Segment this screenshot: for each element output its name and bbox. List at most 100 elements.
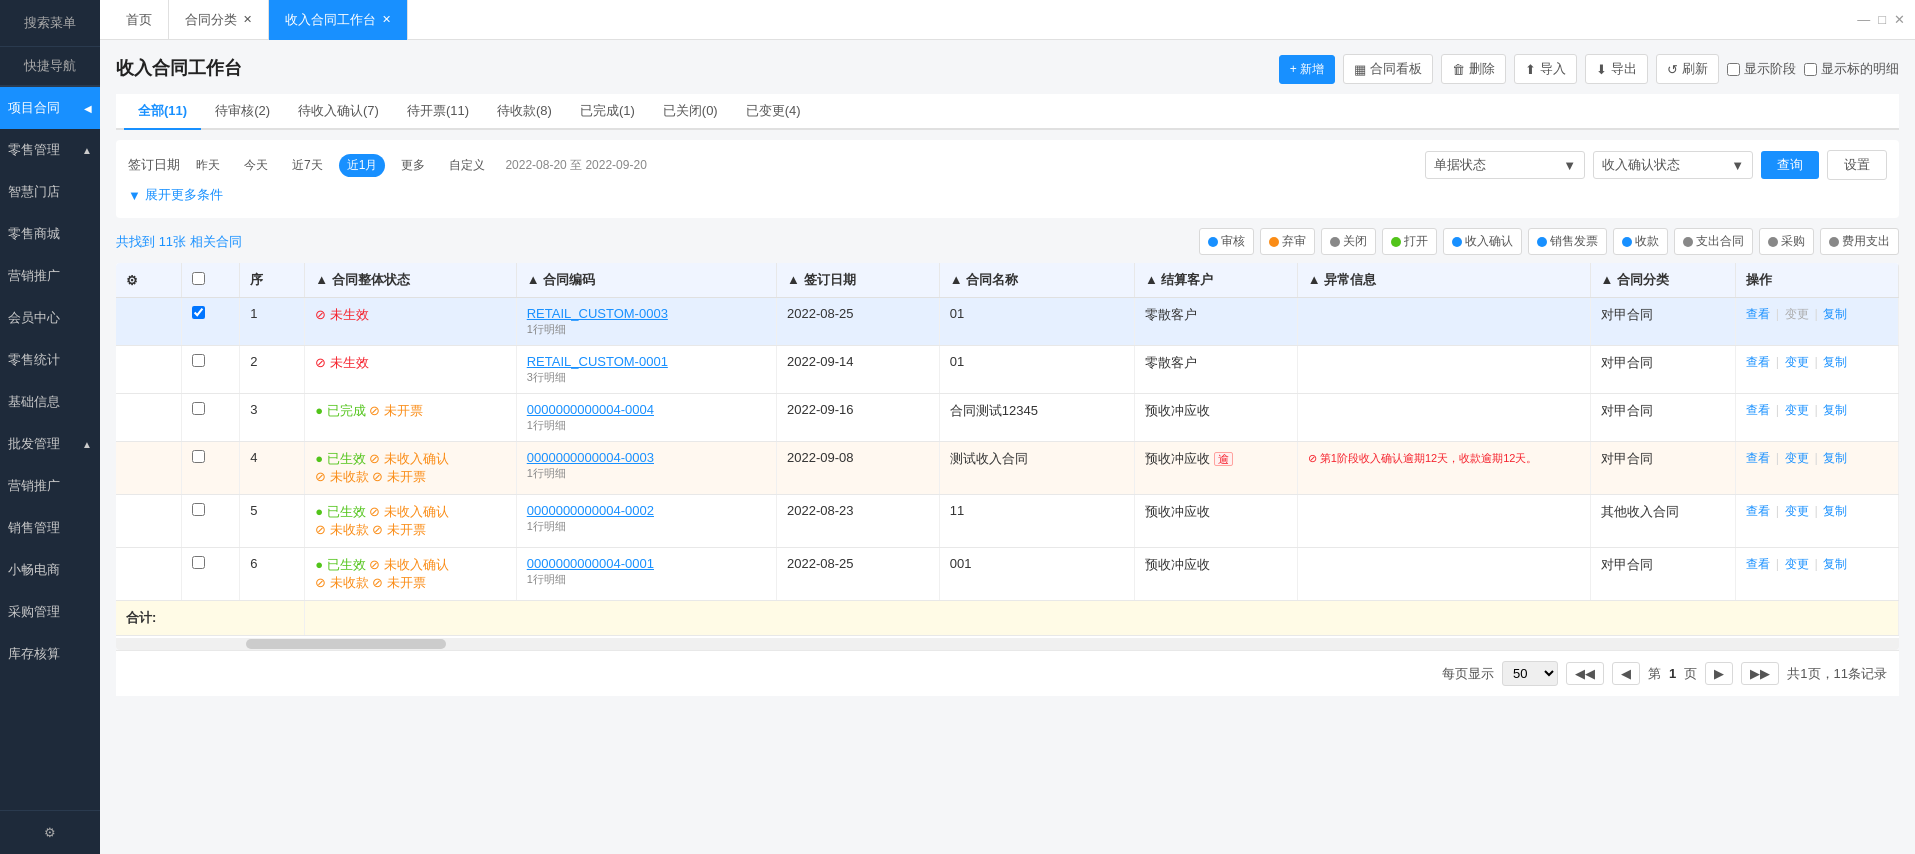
sidebar-item-marketing[interactable]: 营销推广 — [0, 255, 100, 297]
th-gear[interactable]: ⚙ — [116, 263, 181, 298]
per-page-select[interactable]: 50 20 100 — [1502, 661, 1558, 686]
op-view[interactable]: 查看 — [1746, 504, 1770, 518]
next-page-btn[interactable]: ▶ — [1705, 662, 1733, 685]
window-minimize-btn[interactable]: — — [1857, 12, 1870, 27]
sub-tab-pending-confirm[interactable]: 待收入确认(7) — [284, 94, 393, 130]
contract-code-link[interactable]: 0000000000004-0002 — [527, 503, 654, 518]
filter-date-1month[interactable]: 近1月 — [339, 154, 386, 177]
tab-close-income-contract[interactable]: ✕ — [382, 13, 391, 26]
sidebar-item-inventory[interactable]: 库存核算 — [0, 633, 100, 675]
sidebar-item-retail-stats[interactable]: 零售统计 — [0, 339, 100, 381]
cell-checkbox[interactable] — [181, 394, 240, 442]
last-page-btn[interactable]: ▶▶ — [1741, 662, 1779, 685]
prev-page-btn[interactable]: ◀ — [1612, 662, 1640, 685]
op-view[interactable]: 查看 — [1746, 355, 1770, 369]
sub-tab-all[interactable]: 全部(11) — [124, 94, 201, 130]
sub-tab-pending-payment[interactable]: 待收款(8) — [483, 94, 566, 130]
window-maximize-btn[interactable]: □ — [1878, 12, 1886, 27]
cell-checkbox[interactable] — [181, 442, 240, 495]
sidebar-nav[interactable]: 快捷导航 — [0, 47, 100, 86]
sidebar-search[interactable]: 搜索菜单 — [0, 0, 100, 47]
op-copy[interactable]: 复制 — [1823, 504, 1847, 518]
sidebar-item-smart-store[interactable]: 智慧门店 — [0, 171, 100, 213]
cell-checkbox[interactable] — [181, 495, 240, 548]
set-btn[interactable]: 设置 — [1827, 150, 1887, 180]
sub-tab-pending-review[interactable]: 待审核(2) — [201, 94, 284, 130]
action-expense-btn[interactable]: 费用支出 — [1820, 228, 1899, 255]
th-checkbox[interactable] — [181, 263, 240, 298]
action-sales-invoice-btn[interactable]: 销售发票 — [1528, 228, 1607, 255]
filter-date-7days[interactable]: 近7天 — [284, 154, 331, 177]
sidebar-item-basic-info[interactable]: 基础信息 — [0, 381, 100, 423]
import-btn[interactable]: ⬆ 导入 — [1514, 54, 1577, 84]
cell-checkbox[interactable] — [181, 346, 240, 394]
contract-code-link[interactable]: 0000000000004-0001 — [527, 556, 654, 571]
expand-filter-btn[interactable]: ▼ 展开更多条件 — [128, 186, 1887, 204]
action-close-btn[interactable]: 关闭 — [1321, 228, 1376, 255]
new-btn[interactable]: + 新增 — [1279, 55, 1335, 84]
op-copy[interactable]: 复制 — [1823, 307, 1847, 321]
op-view[interactable]: 查看 — [1746, 557, 1770, 571]
filter-date-today[interactable]: 今天 — [236, 154, 276, 177]
filter-date-yesterday[interactable]: 昨天 — [188, 154, 228, 177]
action-review-btn[interactable]: 审核 — [1199, 228, 1254, 255]
refresh-btn[interactable]: ↺ 刷新 — [1656, 54, 1719, 84]
scrollbar-thumb[interactable] — [246, 639, 446, 649]
tab-income-contract[interactable]: 收入合同工作台 ✕ — [269, 0, 408, 40]
filter-doc-status-select[interactable]: 单据状态 ▼ — [1425, 151, 1585, 179]
op-change[interactable]: 变更 — [1785, 557, 1809, 571]
contract-code-link[interactable]: 0000000000004-0003 — [527, 450, 654, 465]
sidebar-item-ecommerce[interactable]: 小畅电商 — [0, 549, 100, 591]
op-change[interactable]: 变更 — [1785, 403, 1809, 417]
sidebar-item-wholesale-mgmt[interactable]: 批发管理 ▲ — [0, 423, 100, 465]
action-purchase-btn[interactable]: 采购 — [1759, 228, 1814, 255]
action-income-confirm-btn[interactable]: 收入确认 — [1443, 228, 1522, 255]
op-change[interactable]: 变更 — [1785, 451, 1809, 465]
op-view[interactable]: 查看 — [1746, 307, 1770, 321]
query-btn[interactable]: 查询 — [1761, 151, 1819, 179]
sidebar-settings-icon[interactable]: ⚙ — [0, 810, 100, 854]
cell-checkbox[interactable] — [181, 548, 240, 601]
op-change[interactable]: 变更 — [1785, 355, 1809, 369]
sidebar-item-project-contract[interactable]: 项目合同 ◀ — [0, 87, 100, 129]
action-payment-btn[interactable]: 收款 — [1613, 228, 1668, 255]
delete-btn[interactable]: 🗑 删除 — [1441, 54, 1506, 84]
op-view[interactable]: 查看 — [1746, 451, 1770, 465]
show-detail-checkbox[interactable]: 显示标的明细 — [1804, 60, 1899, 78]
filter-date-custom[interactable]: 自定义 — [441, 154, 493, 177]
filter-date-more[interactable]: 更多 — [393, 154, 433, 177]
sidebar-item-marketing2[interactable]: 营销推广 — [0, 465, 100, 507]
op-change[interactable]: 变更 — [1785, 504, 1809, 518]
action-expense-contract-btn[interactable]: 支出合同 — [1674, 228, 1753, 255]
op-copy[interactable]: 复制 — [1823, 355, 1847, 369]
cell-checkbox[interactable] — [181, 298, 240, 346]
first-page-btn[interactable]: ◀◀ — [1566, 662, 1604, 685]
sub-tab-changed[interactable]: 已变更(4) — [732, 94, 815, 130]
select-all-checkbox[interactable] — [192, 272, 205, 285]
horizontal-scrollbar[interactable] — [116, 638, 1899, 650]
tab-close-contract-category[interactable]: ✕ — [243, 13, 252, 26]
sub-tab-pending-invoice[interactable]: 待开票(11) — [393, 94, 483, 130]
sidebar-item-retail-mgmt[interactable]: 零售管理 ▲ — [0, 129, 100, 171]
op-copy[interactable]: 复制 — [1823, 557, 1847, 571]
tab-contract-category[interactable]: 合同分类 ✕ — [169, 0, 269, 40]
export-btn[interactable]: ⬇ 导出 — [1585, 54, 1648, 84]
op-copy[interactable]: 复制 — [1823, 451, 1847, 465]
tab-home[interactable]: 首页 — [110, 0, 169, 40]
kanban-btn[interactable]: ▦ 合同看板 — [1343, 54, 1433, 84]
sub-tab-closed[interactable]: 已关闭(0) — [649, 94, 732, 130]
action-abandon-btn[interactable]: 弃审 — [1260, 228, 1315, 255]
window-close-btn[interactable]: ✕ — [1894, 12, 1905, 27]
contract-code-link[interactable]: RETAIL_CUSTOM-0003 — [527, 306, 668, 321]
filter-confirm-status-select[interactable]: 收入确认状态 ▼ — [1593, 151, 1753, 179]
sidebar-item-purchase-mgmt[interactable]: 采购管理 — [0, 591, 100, 633]
contract-code-link[interactable]: RETAIL_CUSTOM-0001 — [527, 354, 668, 369]
action-open-btn[interactable]: 打开 — [1382, 228, 1437, 255]
sidebar-item-member-center[interactable]: 会员中心 — [0, 297, 100, 339]
sidebar-item-retail-mall[interactable]: 零售商城 — [0, 213, 100, 255]
sidebar-item-sales-mgmt[interactable]: 销售管理 — [0, 507, 100, 549]
op-view[interactable]: 查看 — [1746, 403, 1770, 417]
contract-code-link[interactable]: 0000000000004-0004 — [527, 402, 654, 417]
sub-tab-completed[interactable]: 已完成(1) — [566, 94, 649, 130]
op-copy[interactable]: 复制 — [1823, 403, 1847, 417]
